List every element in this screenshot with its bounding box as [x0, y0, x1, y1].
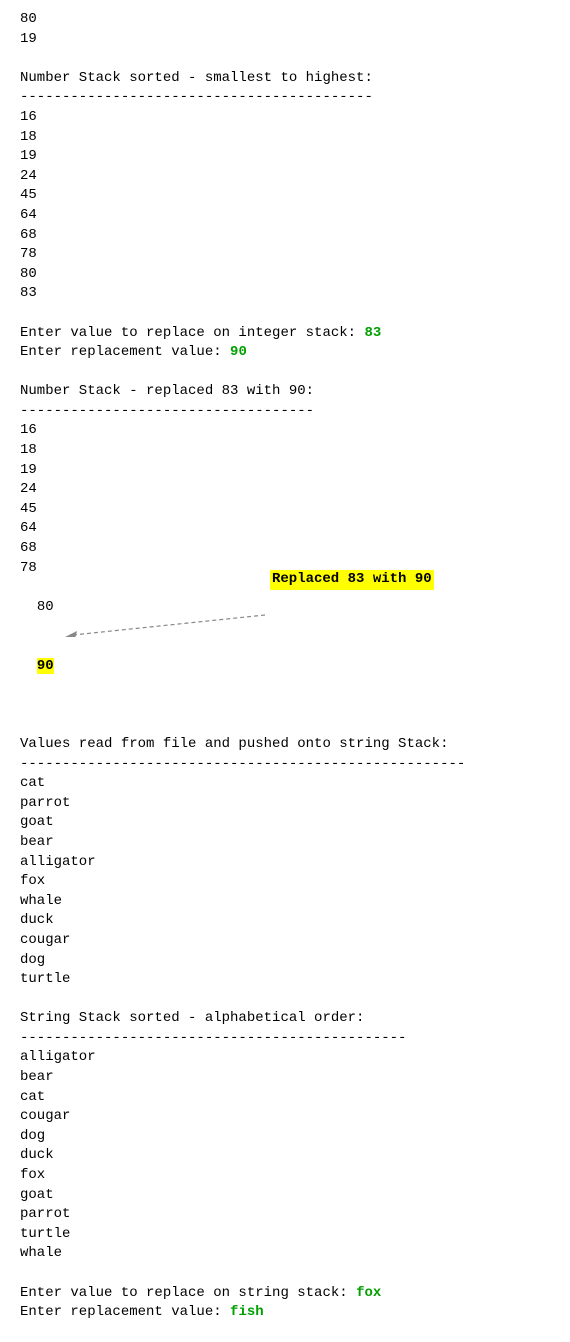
- section-title: Number Stack sorted - smallest to highes…: [20, 69, 550, 89]
- output-line: 80: [20, 10, 550, 30]
- output-line: 24: [20, 167, 550, 187]
- output-line: turtle: [20, 1225, 550, 1245]
- prompt-line: Enter replacement value: 90: [20, 343, 550, 363]
- blank-line: [20, 363, 550, 383]
- prompt-line: Enter replacement value: fish: [20, 1303, 550, 1323]
- output-line: 80: [20, 265, 550, 285]
- output-line: 18: [20, 128, 550, 148]
- prompt-label: Enter value to replace on string stack:: [20, 1285, 356, 1301]
- output-line: 19: [20, 30, 550, 50]
- output-line: 83: [20, 284, 550, 304]
- separator: -----------------------------------: [20, 402, 550, 422]
- output-line: cougar: [20, 931, 550, 951]
- output-line: 19: [20, 147, 550, 167]
- output-line: 68: [20, 539, 550, 559]
- user-input: 83: [364, 325, 381, 341]
- section-title: String Stack sorted - alphabetical order…: [20, 1009, 550, 1029]
- output-line: 78: [20, 245, 550, 265]
- prompt-line: Enter value to replace on integer stack:…: [20, 324, 550, 344]
- output-line: turtle: [20, 970, 550, 990]
- user-input: fox: [356, 1285, 381, 1301]
- output-line: alligator: [20, 853, 550, 873]
- output-line: 64: [20, 519, 550, 539]
- output-line: 16: [20, 108, 550, 128]
- output-line: cat: [20, 1088, 550, 1108]
- output-line: alligator: [20, 1048, 550, 1068]
- output-line: whale: [20, 1244, 550, 1264]
- annotation-callout: Replaced 83 with 90: [270, 570, 434, 590]
- blank-line: [20, 49, 550, 69]
- prompt-label: Enter replacement value:: [20, 344, 230, 360]
- output-line: whale: [20, 892, 550, 912]
- output-line: goat: [20, 1186, 550, 1206]
- blank-line: [20, 715, 550, 735]
- prompt-line: Enter value to replace on string stack: …: [20, 1284, 550, 1304]
- output-line: fox: [20, 872, 550, 892]
- highlighted-value: 90: [37, 658, 54, 674]
- blank-line: [20, 304, 550, 324]
- section-title: Values read from file and pushed onto st…: [20, 735, 550, 755]
- user-input: fish: [230, 1304, 264, 1320]
- user-input: 90: [230, 344, 247, 360]
- blank-line: [20, 990, 550, 1010]
- output-line: goat: [20, 813, 550, 833]
- prompt-label: Enter value to replace on integer stack:: [20, 325, 364, 341]
- output-value: 80: [37, 599, 54, 615]
- output-line-highlighted: 90: [20, 637, 550, 696]
- output-line: 24: [20, 480, 550, 500]
- output-line: 18: [20, 441, 550, 461]
- output-line: bear: [20, 833, 550, 853]
- section-title: Number Stack - replaced 83 with 90:: [20, 382, 550, 402]
- output-line: dog: [20, 951, 550, 971]
- output-line: 68: [20, 226, 550, 246]
- output-line: fox: [20, 1166, 550, 1186]
- output-line: cougar: [20, 1107, 550, 1127]
- output-line: parrot: [20, 1205, 550, 1225]
- output-line: duck: [20, 1146, 550, 1166]
- output-line: 80 Replaced 83 with 90: [20, 578, 550, 637]
- output-line: 64: [20, 206, 550, 226]
- output-line: bear: [20, 1068, 550, 1088]
- separator: ----------------------------------------…: [20, 755, 550, 775]
- output-line: 45: [20, 186, 550, 206]
- output-line: dog: [20, 1127, 550, 1147]
- prompt-label: Enter replacement value:: [20, 1304, 230, 1320]
- separator: ----------------------------------------…: [20, 1029, 550, 1049]
- output-line: 16: [20, 421, 550, 441]
- blank-line: [20, 696, 550, 716]
- blank-line: [20, 1264, 550, 1284]
- output-line: 45: [20, 500, 550, 520]
- output-line: duck: [20, 911, 550, 931]
- separator: ----------------------------------------…: [20, 88, 550, 108]
- output-line: 19: [20, 461, 550, 481]
- output-line: cat: [20, 774, 550, 794]
- output-line: parrot: [20, 794, 550, 814]
